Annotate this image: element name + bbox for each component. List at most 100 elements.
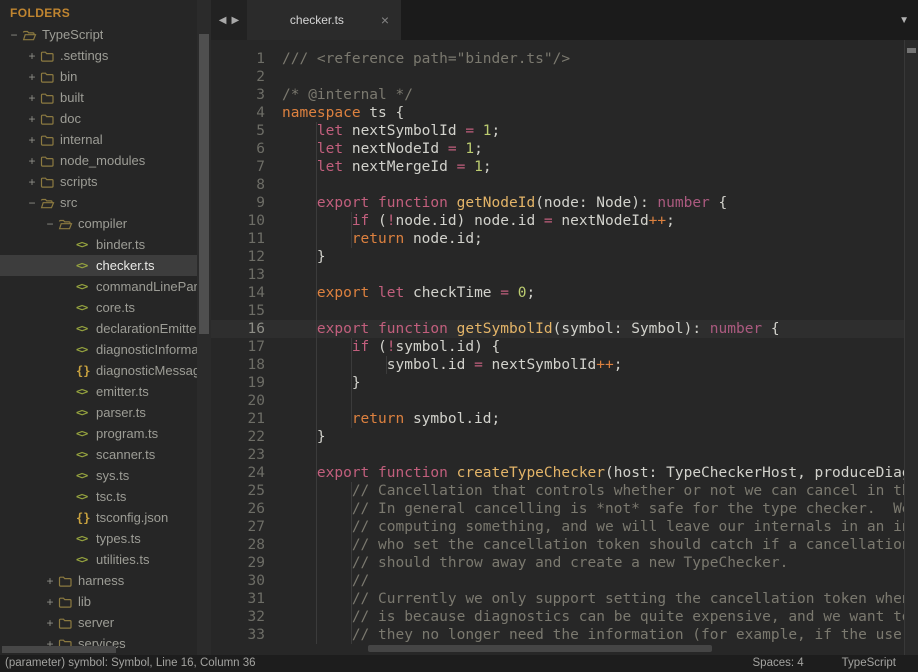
tab-checker-ts[interactable]: checker.ts × bbox=[247, 0, 401, 40]
tree-item-emitter.ts[interactable]: <> emitter.ts bbox=[0, 381, 197, 402]
code-line[interactable]: 16 export function getSymbolId(symbol: Sy… bbox=[211, 320, 905, 338]
expand-icon[interactable]: + bbox=[24, 49, 40, 63]
code-line[interactable]: 3 /* @internal */ bbox=[211, 86, 905, 104]
tree-item-tsc.ts[interactable]: <> tsc.ts bbox=[0, 486, 197, 507]
tab-close-icon[interactable]: × bbox=[381, 12, 389, 28]
code-line[interactable]: 27 // computing something, and we will le… bbox=[211, 518, 905, 536]
tree-item-binder.ts[interactable]: <> binder.ts bbox=[0, 234, 197, 255]
expand-icon[interactable]: + bbox=[24, 91, 40, 105]
tree-item-tsconfig.json[interactable]: {} tsconfig.json bbox=[0, 507, 197, 528]
folder-closed-icon bbox=[40, 176, 60, 188]
tree-item-diagnosticinforma[interactable]: <> diagnosticInforma bbox=[0, 339, 197, 360]
code-line[interactable]: 19} bbox=[211, 374, 905, 392]
tree-item-core.ts[interactable]: <> core.ts bbox=[0, 297, 197, 318]
sidebar-vertical-scrollbar[interactable] bbox=[197, 0, 211, 655]
tree-item-internal[interactable]: + internal bbox=[0, 129, 197, 150]
code-line[interactable]: 29 // should throw away and create a new … bbox=[211, 554, 905, 572]
code-line[interactable]: 25 // Cancellation that controls whether … bbox=[211, 482, 905, 500]
code-line[interactable]: 5 let nextSymbolId = 1; bbox=[211, 122, 905, 140]
code-line[interactable]: 23 bbox=[211, 446, 905, 464]
editor-horizontal-scrollbar-thumb[interactable] bbox=[368, 645, 712, 652]
tree-item-src[interactable]: − src bbox=[0, 192, 197, 213]
tree-item-bin[interactable]: + bin bbox=[0, 66, 197, 87]
code-area[interactable]: 1/// <reference path="binder.ts"/> 2 3/* @… bbox=[211, 40, 905, 655]
sidebar-vertical-scrollbar-thumb[interactable] bbox=[199, 34, 209, 334]
tree-item-lib[interactable]: + lib bbox=[0, 591, 197, 612]
collapse-icon[interactable]: − bbox=[24, 196, 40, 210]
code-line[interactable]: 10 if (!node.id) node.id = nextNodeId++; bbox=[211, 212, 905, 230]
expand-icon[interactable]: + bbox=[24, 133, 40, 147]
code-line[interactable]: 7 let nextMergeId = 1; bbox=[211, 158, 905, 176]
code-line[interactable]: 31 // Currently we only support setting t… bbox=[211, 590, 905, 608]
code-line[interactable]: 26 // In general cancelling is *not* safe… bbox=[211, 500, 905, 518]
code-line[interactable]: 24 export function createTypeChecker(host… bbox=[211, 464, 905, 482]
code-line[interactable]: 12} bbox=[211, 248, 905, 266]
tree-item-label: scanner.ts bbox=[96, 447, 156, 462]
code-line[interactable]: 13 bbox=[211, 266, 905, 284]
tree-item-scripts[interactable]: + scripts bbox=[0, 171, 197, 192]
tree-item-doc[interactable]: + doc bbox=[0, 108, 197, 129]
status-syntax-setting[interactable]: TypeScript bbox=[842, 655, 896, 672]
code-line[interactable]: 15 bbox=[211, 302, 905, 320]
sidebar-horizontal-scrollbar-thumb[interactable] bbox=[2, 646, 116, 653]
code-text: // should throw away and create a new Ty… bbox=[351, 555, 789, 571]
code-line[interactable]: 28 // who set the cancellation token shou… bbox=[211, 536, 905, 554]
code-line[interactable]: 1 /// <reference path="binder.ts"/> bbox=[211, 50, 905, 68]
tree-item-label: TypeScript bbox=[42, 27, 104, 42]
code-text: export function createTypeChecker(host: … bbox=[316, 465, 905, 481]
code-line[interactable]: 30 // bbox=[211, 572, 905, 590]
tab-overflow-icon[interactable]: ▼ bbox=[899, 15, 918, 26]
tree-item-checker.ts[interactable]: <> checker.ts bbox=[0, 255, 197, 276]
tree-item-harness[interactable]: + harness bbox=[0, 570, 197, 591]
tree-item-.settings[interactable]: + .settings bbox=[0, 45, 197, 66]
tree-item-program.ts[interactable]: <> program.ts bbox=[0, 423, 197, 444]
code-line[interactable]: 22} bbox=[211, 428, 905, 446]
line-number: 2 bbox=[256, 69, 265, 85]
code-line[interactable]: 17 if (!symbol.id) { bbox=[211, 338, 905, 356]
code-line[interactable]: 8 bbox=[211, 176, 905, 194]
collapse-icon[interactable]: − bbox=[42, 217, 58, 231]
code-text: /* @internal */ bbox=[282, 87, 413, 103]
tree-item-server[interactable]: + server bbox=[0, 612, 197, 633]
tree-item-diagnosticmessag[interactable]: {} diagnosticMessag bbox=[0, 360, 197, 381]
folder-tree: − TypeScript + .settings + bin + built + doc + inte… bbox=[0, 24, 197, 654]
editor-vertical-scrollbar[interactable] bbox=[904, 40, 918, 655]
code-line[interactable]: 2 bbox=[211, 68, 905, 86]
code-line[interactable]: 6 let nextNodeId = 1; bbox=[211, 140, 905, 158]
code-line[interactable]: 18 symbol.id = nextSymbolId++; bbox=[211, 356, 905, 374]
editor-vertical-scrollbar-thumb[interactable] bbox=[907, 48, 916, 53]
tree-item-types.ts[interactable]: <> types.ts bbox=[0, 528, 197, 549]
code-line[interactable]: 11 return node.id; bbox=[211, 230, 905, 248]
code-line[interactable]: 33 // they no longer need the information… bbox=[211, 626, 905, 644]
tree-item-node-modules[interactable]: + node_modules bbox=[0, 150, 197, 171]
code-line[interactable]: 4 namespace ts { bbox=[211, 104, 905, 122]
code-line[interactable]: 14 export let checkTime = 0; bbox=[211, 284, 905, 302]
code-line[interactable]: 9 export function getNodeId(node: Node): … bbox=[211, 194, 905, 212]
expand-icon[interactable]: + bbox=[42, 616, 58, 630]
tree-item-sys.ts[interactable]: <> sys.ts bbox=[0, 465, 197, 486]
tree-item-utilities.ts[interactable]: <> utilities.ts bbox=[0, 549, 197, 570]
tree-item-declarationemitte[interactable]: <> declarationEmitte bbox=[0, 318, 197, 339]
code-line[interactable]: 21 return symbol.id; bbox=[211, 410, 905, 428]
tree-item-typescript[interactable]: − TypeScript bbox=[0, 24, 197, 45]
code-line[interactable]: 20 bbox=[211, 392, 905, 410]
code-line[interactable]: 32 // is because diagnostics can be quite… bbox=[211, 608, 905, 626]
expand-icon[interactable]: + bbox=[24, 175, 40, 189]
tree-item-commandlinepar[interactable]: <> commandLinePar bbox=[0, 276, 197, 297]
tab-back-icon[interactable]: ◀ bbox=[219, 15, 227, 26]
tree-item-compiler[interactable]: − compiler bbox=[0, 213, 197, 234]
expand-icon[interactable]: + bbox=[42, 595, 58, 609]
tab-forward-icon[interactable]: ▶ bbox=[232, 15, 240, 26]
tree-item-label: tsc.ts bbox=[96, 489, 127, 504]
tree-item-parser.ts[interactable]: <> parser.ts bbox=[0, 402, 197, 423]
expand-icon[interactable]: + bbox=[42, 574, 58, 588]
expand-icon[interactable]: + bbox=[24, 112, 40, 126]
tree-item-label: checker.ts bbox=[96, 258, 155, 273]
expand-icon[interactable]: + bbox=[24, 70, 40, 84]
tree-item-scanner.ts[interactable]: <> scanner.ts bbox=[0, 444, 197, 465]
tree-item-built[interactable]: + built bbox=[0, 87, 197, 108]
status-indent-setting[interactable]: Spaces: 4 bbox=[753, 655, 804, 672]
collapse-icon[interactable]: − bbox=[6, 28, 22, 42]
expand-icon[interactable]: + bbox=[24, 154, 40, 168]
tab-nav-buttons: ◀ ▶ bbox=[211, 0, 247, 40]
